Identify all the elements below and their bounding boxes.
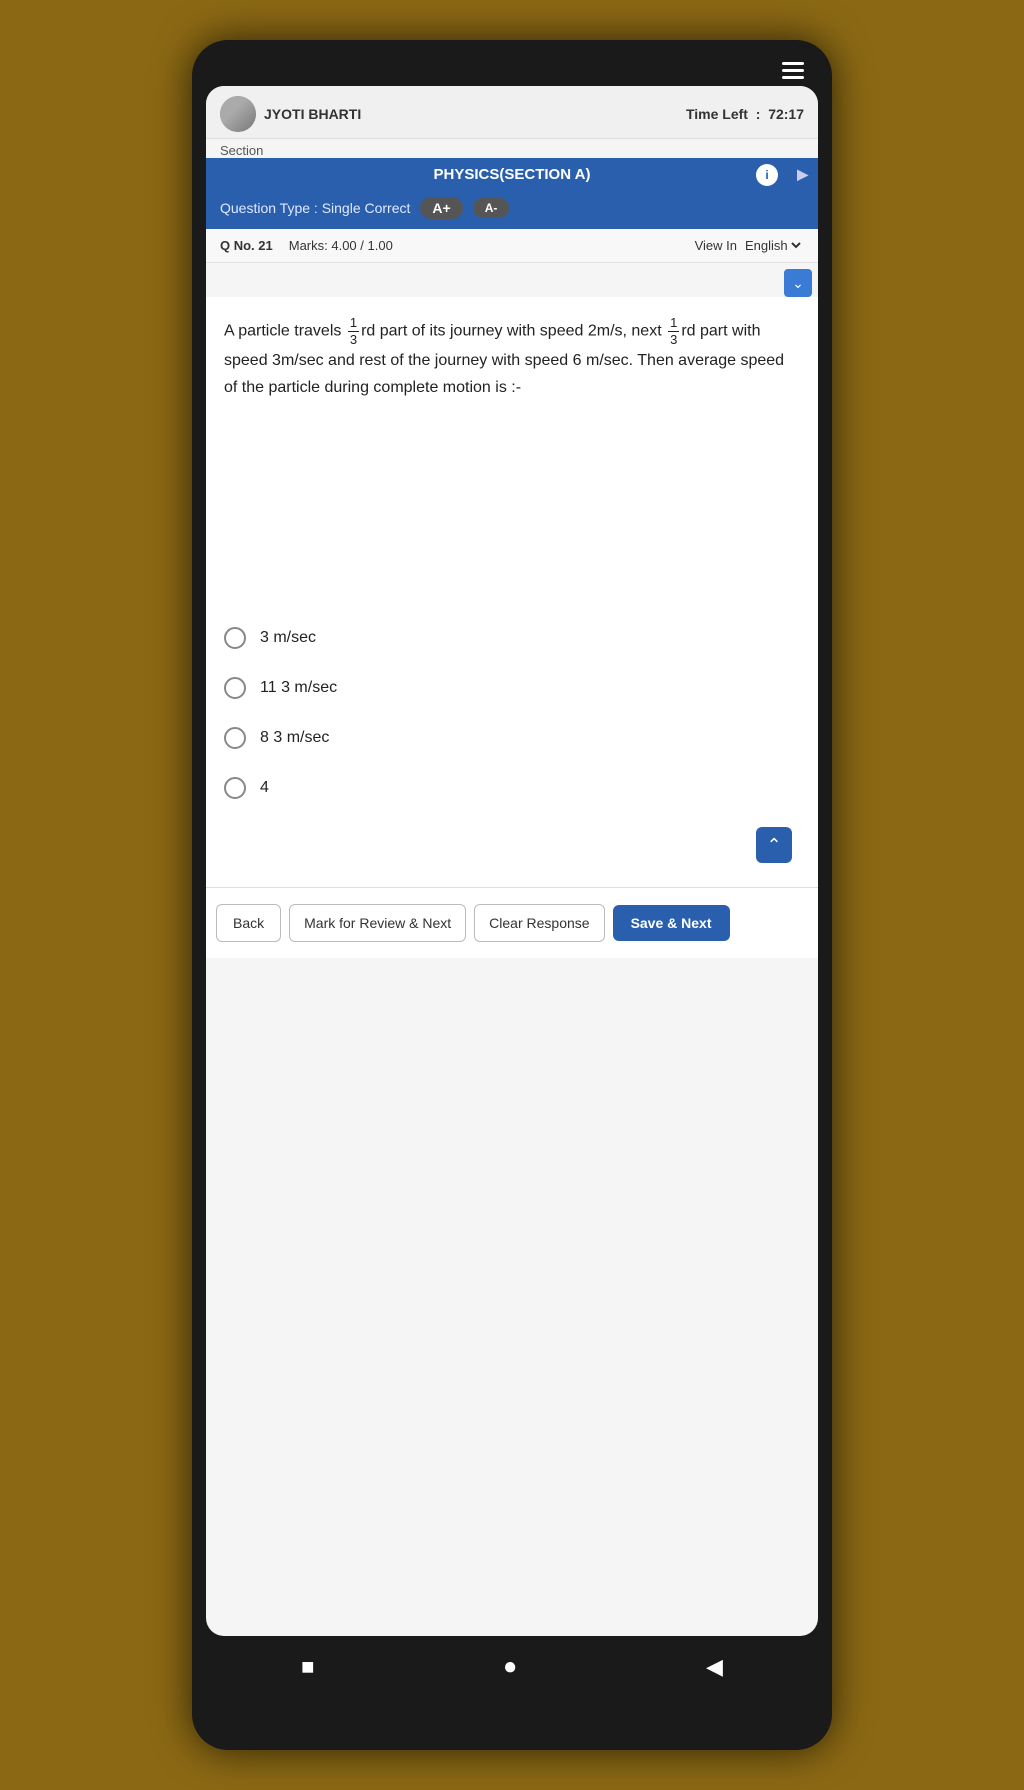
- view-in: View In English: [695, 237, 804, 254]
- fraction-1-3-second: 1 3: [668, 315, 679, 347]
- back-button[interactable]: Back: [216, 904, 281, 942]
- option-3-radio[interactable]: [224, 727, 246, 749]
- option-1-radio[interactable]: [224, 627, 246, 649]
- app-header: JYOTI BHARTI Time Left : 72:17: [206, 86, 818, 139]
- status-bar: [206, 58, 818, 86]
- question-number: Q No. 21: [220, 238, 273, 253]
- user-info: JYOTI BHARTI: [220, 96, 361, 132]
- option-3[interactable]: 8 3 m/sec: [224, 727, 800, 749]
- option-2[interactable]: 11 3 m/sec: [224, 677, 800, 699]
- option-2-label: 11 3 m/sec: [260, 679, 337, 697]
- mark-review-button[interactable]: Mark for Review & Next: [289, 904, 466, 942]
- nav-bar: ■ ⏺ ◀: [206, 1640, 818, 1690]
- question-type-bar: Question Type : Single Correct A+ A-: [206, 191, 818, 229]
- nav-back-icon[interactable]: ◀: [706, 1654, 723, 1680]
- language-select[interactable]: English: [741, 237, 804, 254]
- info-icon[interactable]: i: [756, 164, 778, 186]
- option-4-radio[interactable]: [224, 777, 246, 799]
- save-next-button[interactable]: Save & Next: [613, 905, 730, 941]
- nav-square-icon[interactable]: ■: [301, 1654, 314, 1680]
- option-4[interactable]: 4: [224, 777, 800, 799]
- scroll-up-button[interactable]: ⌃: [756, 827, 792, 863]
- question-meta: Q No. 21 Marks: 4.00 / 1.00 View In Engl…: [206, 229, 818, 263]
- fraction-8-3: 8 3: [260, 729, 287, 746]
- fraction-1-3-first: 1 3: [348, 315, 359, 347]
- scroll-down-button[interactable]: ⌄: [784, 269, 812, 297]
- section-arrow-icon[interactable]: ▶: [797, 166, 808, 183]
- option-4-label: 4: [260, 779, 269, 797]
- option-2-radio[interactable]: [224, 677, 246, 699]
- section-title: PHYSICS(SECTION A): [434, 166, 591, 183]
- font-decrease-button[interactable]: A-: [473, 198, 510, 218]
- time-left: Time Left : 72:17: [686, 106, 804, 122]
- app-content: JYOTI BHARTI Time Left : 72:17 Section P…: [206, 86, 818, 1636]
- font-increase-button[interactable]: A+: [420, 197, 462, 219]
- clear-response-button[interactable]: Clear Response: [474, 904, 604, 942]
- options-section: 3 m/sec 11 3 m/sec 8: [206, 617, 818, 887]
- option-3-label: 8 3 m/sec: [260, 729, 329, 747]
- section-header: PHYSICS(SECTION A) i ▶: [206, 158, 818, 191]
- option-1-label: 3 m/sec: [260, 629, 316, 647]
- question-body: A particle travels 1 3 rd part of its jo…: [206, 297, 818, 617]
- question-type-label: Question Type : Single Correct: [220, 200, 410, 216]
- bottom-actions: Back Mark for Review & Next Clear Respon…: [206, 887, 818, 958]
- hamburger-icon[interactable]: [782, 62, 804, 79]
- avatar: [220, 96, 256, 132]
- nav-circle-icon[interactable]: ⏺: [505, 1654, 516, 1680]
- section-label: Section: [206, 139, 818, 158]
- marks: Marks: 4.00 / 1.00: [289, 238, 393, 253]
- user-name: JYOTI BHARTI: [264, 106, 361, 122]
- fraction-11-3: 11 3: [260, 679, 294, 696]
- option-1[interactable]: 3 m/sec: [224, 627, 800, 649]
- phone-frame: JYOTI BHARTI Time Left : 72:17 Section P…: [192, 40, 832, 1750]
